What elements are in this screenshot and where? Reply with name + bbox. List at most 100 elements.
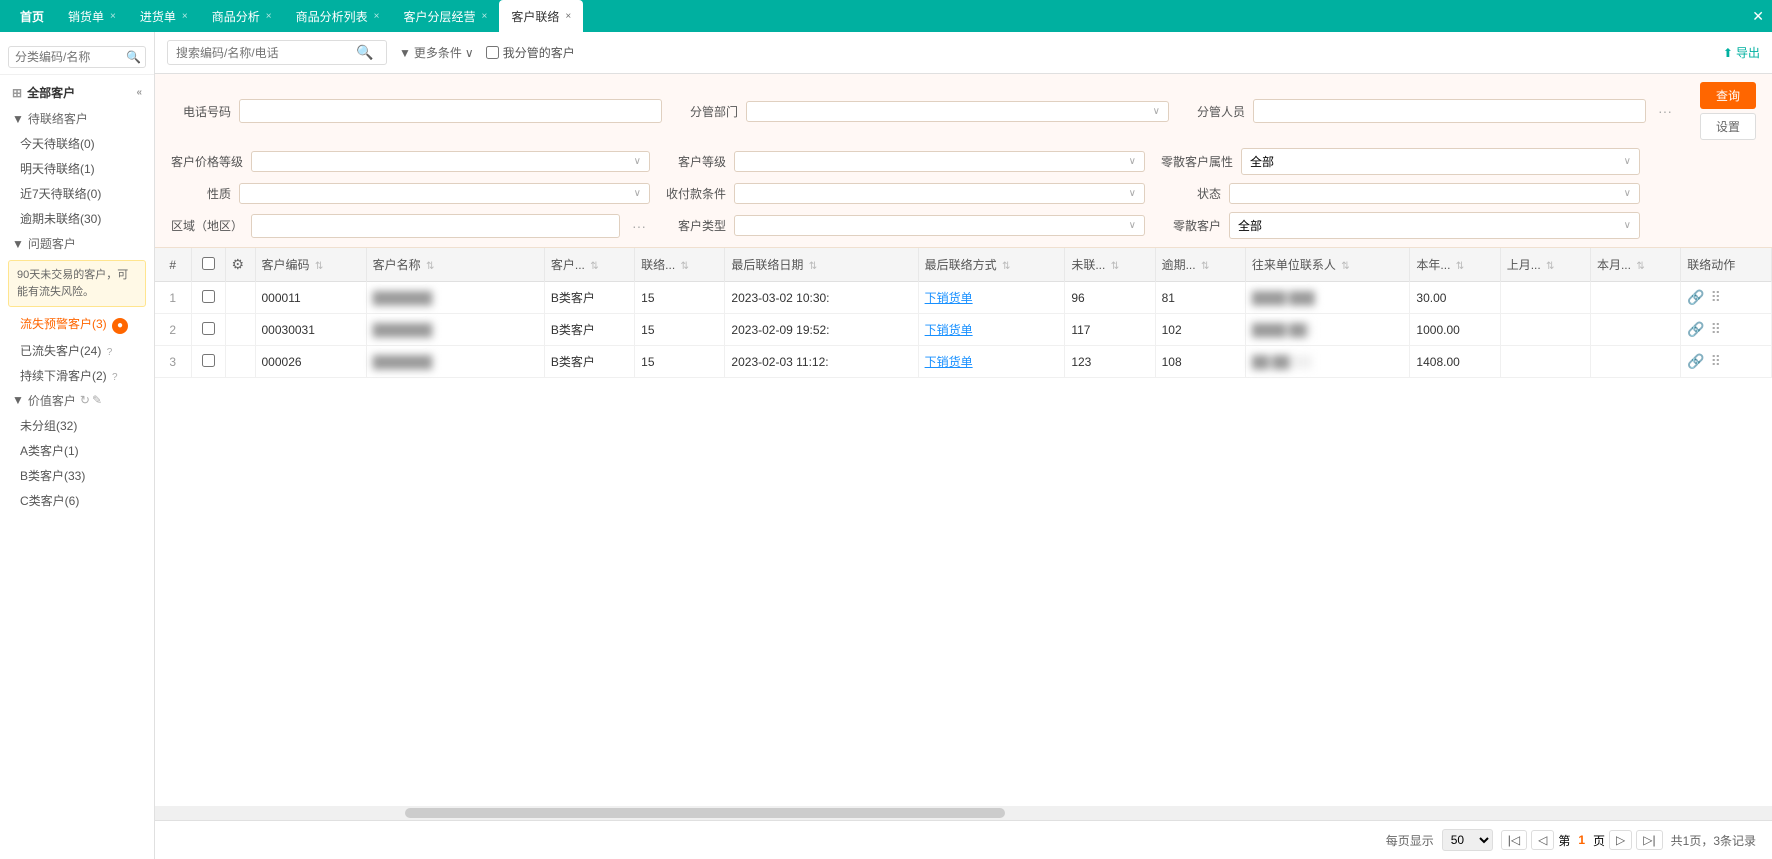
my-customers-label: 我分管的客户 [503,44,575,61]
filter-payment-select[interactable]: ∨ [734,183,1145,204]
filter-customer-level-select[interactable]: ∨ [734,151,1145,172]
search-button-icon[interactable]: 🔍 [356,44,373,61]
region-dots-icon[interactable]: ··· [628,218,650,234]
horizontal-scrollbar[interactable] [155,806,1772,820]
col-overdue-sort-icon[interactable]: ⇅ [1201,261,1209,272]
export-button[interactable]: ⬆ 导出 [1723,44,1760,61]
filter-region-input[interactable] [251,214,620,238]
sidebar-item-declining[interactable]: 持续下滑客户(2) ? [0,363,154,388]
filter-retail-select[interactable]: 全部 ∨ [1229,212,1640,239]
col-last-month-sort-icon[interactable]: ⇅ [1546,261,1554,272]
filter-customer-type-select[interactable]: ∨ [734,215,1145,236]
row-3-more-icon[interactable]: ⠿ [1711,353,1721,370]
filter-status-select[interactable]: ∨ [1229,183,1640,204]
col-unit-contact-sort-icon[interactable]: ⇅ [1341,261,1349,272]
sidebar-item-overdue-pending[interactable]: 逾期未联络(30) [0,206,154,231]
manager-dots-icon[interactable]: ··· [1654,103,1676,119]
query-button[interactable]: 查询 [1700,82,1756,109]
col-this-year-sort-icon[interactable]: ⇅ [1456,261,1464,272]
row-3-last-method-link[interactable]: 下销货单 [925,355,973,369]
filter-phone-input[interactable] [239,99,662,123]
settings-button[interactable]: 设置 [1700,113,1756,140]
close-analysis-icon[interactable]: × [266,11,272,22]
col-this-month-sort-icon[interactable]: ⇅ [1636,261,1644,272]
row-2-overdue: 102 [1155,314,1245,346]
tab-customer-link-label: 客户联络 [511,8,559,25]
filter-manager-input[interactable] [1253,99,1646,123]
sidebar-item-ungrouped[interactable]: 未分组(32) [0,413,154,438]
col-type-sort-icon[interactable]: ⇅ [590,261,598,272]
tab-analysis[interactable]: 商品分析 × [200,0,284,32]
row-1-checkbox[interactable] [202,290,215,303]
next-page-button[interactable]: ▷ [1609,830,1632,850]
close-customer-link-icon[interactable]: × [565,11,571,22]
filter-price-level-select[interactable]: ∨ [251,151,650,172]
more-conditions-button[interactable]: ▼ 更多条件 ∨ [399,44,474,61]
sidebar-item-7days-pending[interactable]: 近7天待联络(0) [0,181,154,206]
row-2-link-icon[interactable]: 🔗 [1687,321,1704,338]
filter-gender-select[interactable]: ∨ [239,183,650,204]
sidebar-all-customers[interactable]: ⊞ 全部客户 « [0,79,154,106]
row-1-more-icon[interactable]: ⠿ [1711,289,1721,306]
row-1-this-year: 30.00 [1410,282,1500,314]
col-contact-sort-icon[interactable]: ⇅ [681,261,689,272]
column-settings-gear-icon[interactable]: ⚙ [232,256,245,272]
scrollbar-thumb[interactable] [405,808,1005,818]
close-purchase-icon[interactable]: × [182,11,188,22]
row-2-checkbox[interactable] [202,322,215,335]
edit-value-icon[interactable]: ✎ [92,393,102,407]
table-row: 2 00030031 ███████ B类客户 15 2023-02-09 19… [155,314,1772,346]
tab-home[interactable]: 首页 [8,0,56,32]
filter-dept-select[interactable]: ∨ [746,101,1169,122]
sidebar-item-class-b[interactable]: B类客户(33) [0,463,154,488]
tab-customer-link[interactable]: 客户联络 × [499,0,583,32]
select-all-checkbox[interactable] [202,257,215,270]
col-name-sort-icon[interactable]: ⇅ [426,261,434,272]
col-last-date-sort-icon[interactable]: ⇅ [809,261,817,272]
row-2-checkbox-cell [191,314,225,346]
sidebar-search-area: 🔍 [0,40,154,75]
filter-price-level-field: 客户价格等级 ∨ [171,151,666,172]
sidebar-item-tomorrow-pending[interactable]: 明天待联络(1) [0,156,154,181]
sidebar-item-today-pending[interactable]: 今天待联络(0) [0,131,154,156]
sidebar-section-pending[interactable]: ▼ 待联络客户 [0,106,154,131]
col-code-sort-icon[interactable]: ⇅ [315,261,323,272]
tab-customer-tier[interactable]: 客户分层经营 × [391,0,499,32]
sidebar-item-class-a[interactable]: A类客户(1) [0,438,154,463]
row-1-link-icon[interactable]: 🔗 [1687,289,1704,306]
sidebar-item-churn-warning[interactable]: 流失预警客户(3) ● [0,311,154,338]
tab-purchase[interactable]: 进货单 × [128,0,200,32]
search-input[interactable] [176,46,356,60]
filter-area: 电话号码 分管部门 ∨ 分管人员 ··· 查询 设置 [155,74,1772,248]
tab-sales[interactable]: 销货单 × [56,0,128,32]
col-last-method-sort-icon[interactable]: ⇅ [1002,261,1010,272]
filter-zero-attr-select[interactable]: 全部 ∨ [1241,148,1640,175]
row-1-last-method-link[interactable]: 下销货单 [925,291,973,305]
sidebar-section-value[interactable]: ▼ 价值客户 ↻ ✎ [0,388,154,413]
row-2-last-method-link[interactable]: 下销货单 [925,323,973,337]
row-3-checkbox[interactable] [202,354,215,367]
row-1-last-month [1500,282,1590,314]
close-sales-icon[interactable]: × [110,11,116,22]
prev-page-button[interactable]: ◁ [1531,830,1554,850]
col-type-label: 客户... [551,258,585,272]
refresh-value-icon[interactable]: ↻ [80,393,90,407]
row-2-unit-contact: ████ ██ [1245,314,1410,346]
per-page-select[interactable]: 50 100 200 [1442,829,1493,851]
close-customer-tier-icon[interactable]: × [481,11,487,22]
sidebar-item-class-c[interactable]: C类客户(6) [0,488,154,513]
close-all-button[interactable]: ✕ [1752,8,1764,25]
first-page-button[interactable]: |◁ [1501,830,1527,850]
sidebar-section-problem[interactable]: ▼ 问题客户 [0,231,154,256]
col-overdue: 逾期... ⇅ [1155,248,1245,282]
row-1-overdue: 81 [1155,282,1245,314]
my-customers-checkbox[interactable] [486,46,499,59]
tab-analysis-list[interactable]: 商品分析列表 × [284,0,392,32]
sidebar-item-churned[interactable]: 已流失客户(24) ? [0,338,154,363]
col-this-year-label: 本年... [1416,258,1450,272]
row-3-link-icon[interactable]: 🔗 [1687,353,1704,370]
close-analysis-list-icon[interactable]: × [374,11,380,22]
col-unlinked-sort-icon[interactable]: ⇅ [1111,261,1119,272]
last-page-button[interactable]: ▷| [1636,830,1662,850]
row-2-more-icon[interactable]: ⠿ [1711,321,1721,338]
